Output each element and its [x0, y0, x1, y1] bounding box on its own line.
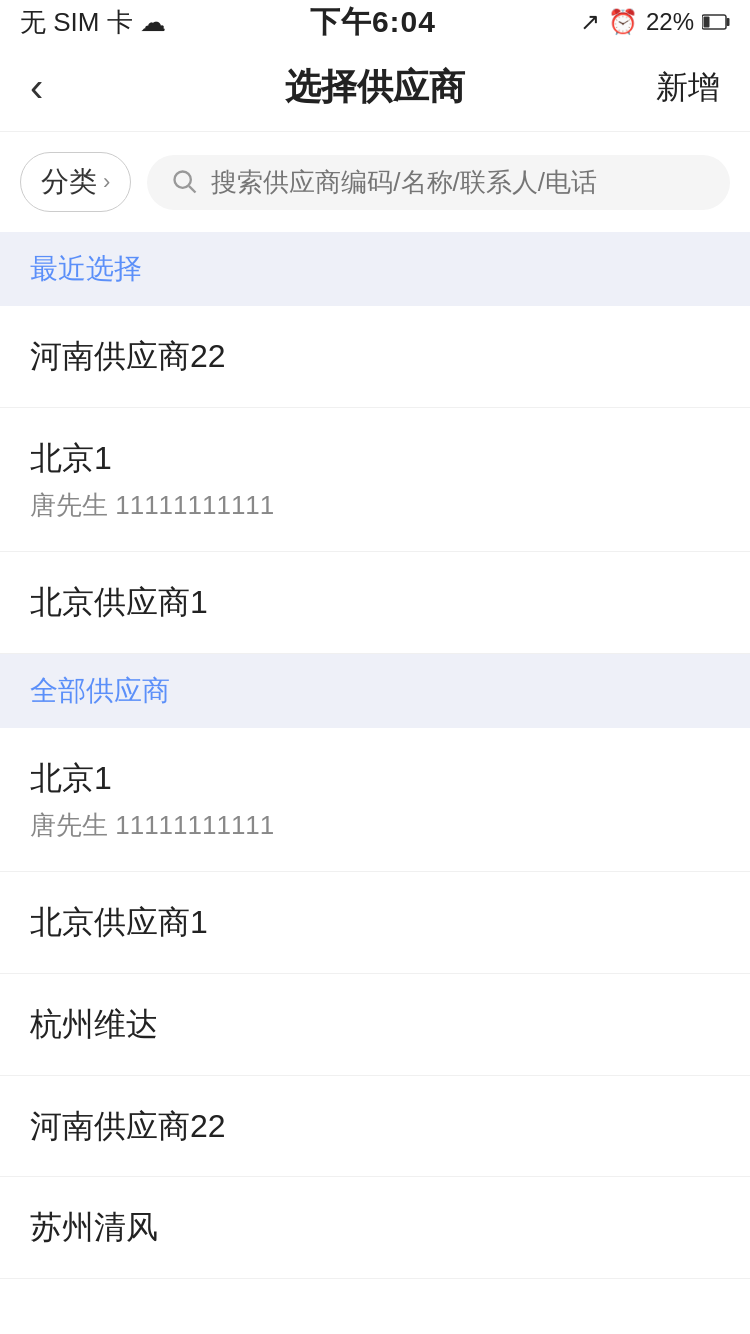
- list-item[interactable]: 北京1 唐先生 11111111111: [0, 408, 750, 552]
- status-bar: 无 SIM 卡 ☁ 下午6:04 ↗ ⏰ 22%: [0, 0, 750, 44]
- item-name: 杭州维达: [30, 1002, 720, 1047]
- battery-icon: [702, 14, 730, 30]
- svg-point-3: [175, 172, 191, 188]
- chevron-right-icon: ›: [103, 169, 110, 195]
- list-item[interactable]: 苏州清风: [0, 1177, 750, 1279]
- item-name: 河南供应商22: [30, 1104, 720, 1149]
- recent-section-header: 最近选择: [0, 232, 750, 306]
- add-button[interactable]: 新增: [640, 66, 720, 110]
- back-button[interactable]: ‹: [30, 65, 110, 110]
- svg-rect-1: [727, 18, 730, 26]
- category-filter-button[interactable]: 分类 ›: [20, 152, 131, 212]
- list-item[interactable]: 北京供应商1: [0, 552, 750, 654]
- all-section-label: 全部供应商: [30, 675, 170, 706]
- alarm-icon: ⏰: [608, 8, 638, 36]
- list-item[interactable]: 河南供应商22: [0, 306, 750, 408]
- recent-list: 河南供应商22 北京1 唐先生 11111111111 北京供应商1: [0, 306, 750, 654]
- sim-status: 无 SIM 卡 ☁: [20, 5, 166, 40]
- filter-bar: 分类 ›: [0, 132, 750, 232]
- list-item[interactable]: 杭州维达: [0, 974, 750, 1076]
- recent-section-label: 最近选择: [30, 253, 142, 284]
- search-icon: [171, 168, 199, 196]
- item-name: 北京1: [30, 436, 720, 481]
- status-right: ↗ ⏰ 22%: [580, 8, 730, 36]
- item-sub: 唐先生 11111111111: [30, 807, 720, 843]
- svg-rect-2: [704, 17, 710, 28]
- item-name: 北京1: [30, 756, 720, 801]
- all-section-header: 全部供应商: [0, 654, 750, 728]
- search-box: [147, 155, 730, 210]
- item-name: 苏州清风: [30, 1205, 720, 1250]
- category-label: 分类: [41, 163, 97, 201]
- item-sub: 唐先生 11111111111: [30, 487, 720, 523]
- item-name: 北京供应商1: [30, 900, 720, 945]
- list-item[interactable]: 北京1 唐先生 11111111111: [0, 728, 750, 872]
- list-item[interactable]: 北京供应商1: [0, 872, 750, 974]
- search-input[interactable]: [211, 167, 706, 198]
- item-name: 北京供应商1: [30, 580, 720, 625]
- nav-bar: ‹ 选择供应商 新增: [0, 44, 750, 132]
- status-left: 无 SIM 卡 ☁: [20, 5, 166, 40]
- location-icon: ↗: [580, 8, 600, 36]
- status-time: 下午6:04: [310, 2, 436, 43]
- page-title: 选择供应商: [110, 63, 640, 112]
- all-suppliers-list: 北京1 唐先生 11111111111 北京供应商1 杭州维达河南供应商22 苏州清风: [0, 728, 750, 1279]
- item-name: 河南供应商22: [30, 334, 720, 379]
- svg-line-4: [189, 186, 195, 192]
- battery-level: 22%: [646, 8, 694, 36]
- list-item[interactable]: 河南供应商22: [0, 1076, 750, 1178]
